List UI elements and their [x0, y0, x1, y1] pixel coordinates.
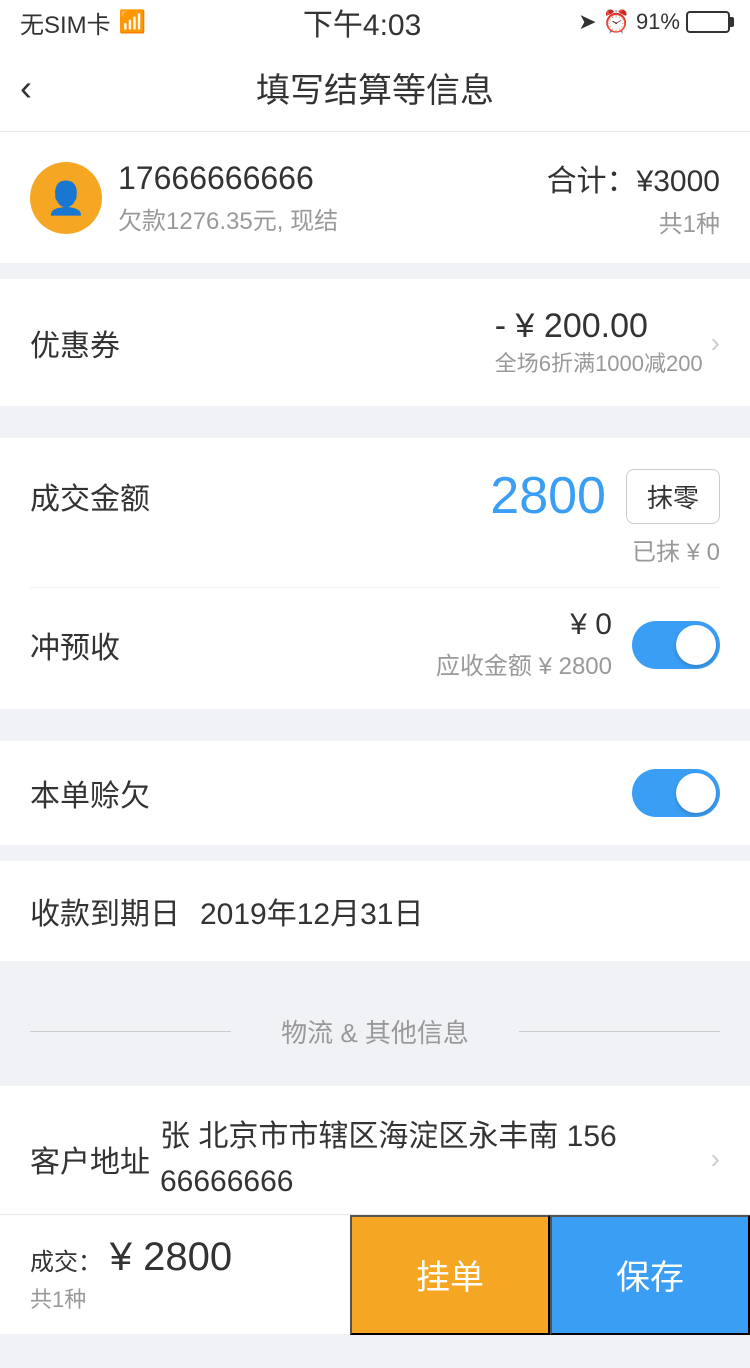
debt-toggle[interactable] [632, 769, 720, 817]
inner-divider [30, 587, 720, 588]
duedate-section: 收款到期日 2019年12月31日 [0, 861, 750, 961]
logistics-line-right [519, 1031, 720, 1032]
content-area: 👤 17666666666 欠款1276.35元, 现结 合计：¥3000 共1… [0, 132, 750, 1368]
coupon-row[interactable]: 优惠券 - ¥ 200.00 全场6折满1000减200 › [0, 279, 750, 406]
avatar-icon: 👤 [46, 179, 86, 217]
logistics-text: 物流 & 其他信息 [281, 1013, 469, 1050]
customer-right: 合计：¥3000 共1种 [547, 156, 720, 239]
bottom-deal-label: 成交： [30, 1249, 102, 1276]
customer-sub-info: 欠款1276.35元, 现结 [118, 201, 338, 236]
advance-values: ¥ 0 应收金额 ¥ 2800 [436, 608, 612, 681]
customer-details: 17666666666 欠款1276.35元, 现结 [118, 160, 338, 236]
address-label: 客户地址 [30, 1137, 160, 1181]
amount-label: 成交金额 [30, 474, 150, 518]
battery-icon [686, 11, 730, 33]
total-amount: 合计：¥3000 [547, 156, 720, 200]
advance-sub: 应收金额 ¥ 2800 [436, 646, 612, 681]
advance-amount: ¥ 0 [436, 608, 612, 642]
duedate-value: 2019年12月31日 [200, 889, 423, 933]
section-separator-1 [0, 422, 750, 438]
bottom-summary: 成交： ¥ 2800 共1种 [0, 1235, 350, 1314]
amount-value: 2800 [490, 466, 606, 526]
bottom-bar: 成交： ¥ 2800 共1种 挂单 保存 [0, 1214, 750, 1334]
status-bar: 无SIM卡 📶 下午4:03 ➤ ⏰ 91% [0, 0, 750, 44]
total-count: 共1种 [547, 204, 720, 239]
bottom-deal-row: 成交： ¥ 2800 [30, 1235, 320, 1280]
customer-phone: 17666666666 [118, 160, 338, 197]
wifi-icon: 📶 [119, 9, 146, 35]
debt-toggle-knob [676, 773, 716, 813]
section-separator-3 [0, 977, 750, 993]
coupon-chevron-icon: › [711, 327, 720, 359]
coupon-amount: - ¥ 200.00 [495, 307, 703, 346]
advance-row: 冲预收 ¥ 0 应收金额 ¥ 2800 [30, 608, 720, 681]
bottom-count: 共1种 [30, 1282, 320, 1314]
pending-button[interactable]: 挂单 [350, 1215, 550, 1335]
debt-section: 本单赊欠 [0, 741, 750, 845]
address-section[interactable]: 客户地址 张 北京市市辖区海淀区永丰南 156 66666666 › [0, 1086, 750, 1232]
logistics-divider: 物流 & 其他信息 [0, 993, 750, 1070]
back-button[interactable]: ‹ [20, 67, 32, 109]
round-off-button[interactable]: 抹零 [626, 469, 720, 524]
avatar: 👤 [30, 162, 102, 234]
status-right: ➤ ⏰ 91% [578, 9, 730, 35]
logistics-line-left [30, 1031, 231, 1032]
amount-section: 成交金额 2800 抹零 已抹 ¥ 0 冲预收 ¥ 0 应收金额 ¥ 2800 [0, 438, 750, 709]
advance-label: 冲预收 [30, 623, 120, 667]
coupon-label: 优惠券 [30, 321, 120, 365]
debt-label: 本单赊欠 [30, 771, 150, 815]
customer-left: 👤 17666666666 欠款1276.35元, 现结 [30, 160, 338, 236]
section-separator-2 [0, 725, 750, 741]
bottom-deal-amount: ¥ 2800 [110, 1235, 232, 1279]
coupon-right: - ¥ 200.00 全场6折满1000减200 › [495, 307, 720, 378]
toggle-knob [676, 625, 716, 665]
customer-info-row: 👤 17666666666 欠款1276.35元, 现结 合计：¥3000 共1… [0, 132, 750, 263]
location-icon: ➤ [578, 9, 596, 35]
status-time: 下午4:03 [303, 0, 421, 44]
battery-percent: 91% [636, 9, 680, 35]
advance-right: ¥ 0 应收金额 ¥ 2800 [436, 608, 720, 681]
amount-right: 2800 抹零 [490, 466, 720, 526]
coupon-info: - ¥ 200.00 全场6折满1000减200 [495, 307, 703, 378]
save-button[interactable]: 保存 [550, 1215, 750, 1335]
duedate-row: 收款到期日 2019年12月31日 [30, 889, 720, 933]
advance-toggle[interactable] [632, 621, 720, 669]
alarm-icon: ⏰ [603, 9, 630, 35]
page-title: 填写结算等信息 [256, 63, 494, 112]
amount-row: 成交金额 2800 抹零 [30, 466, 720, 526]
duedate-label: 收款到期日 [30, 889, 180, 933]
address-chevron-icon: › [711, 1143, 720, 1175]
nav-bar: ‹ 填写结算等信息 [0, 44, 750, 132]
carrier-text: 无SIM卡 [20, 5, 111, 40]
coupon-desc: 全场6折满1000减200 [495, 346, 703, 378]
already-rounded: 已抹 ¥ 0 [30, 532, 720, 567]
status-left: 无SIM卡 📶 [20, 5, 146, 40]
address-value: 张 北京市市辖区海淀区永丰南 156 66666666 [160, 1114, 701, 1204]
